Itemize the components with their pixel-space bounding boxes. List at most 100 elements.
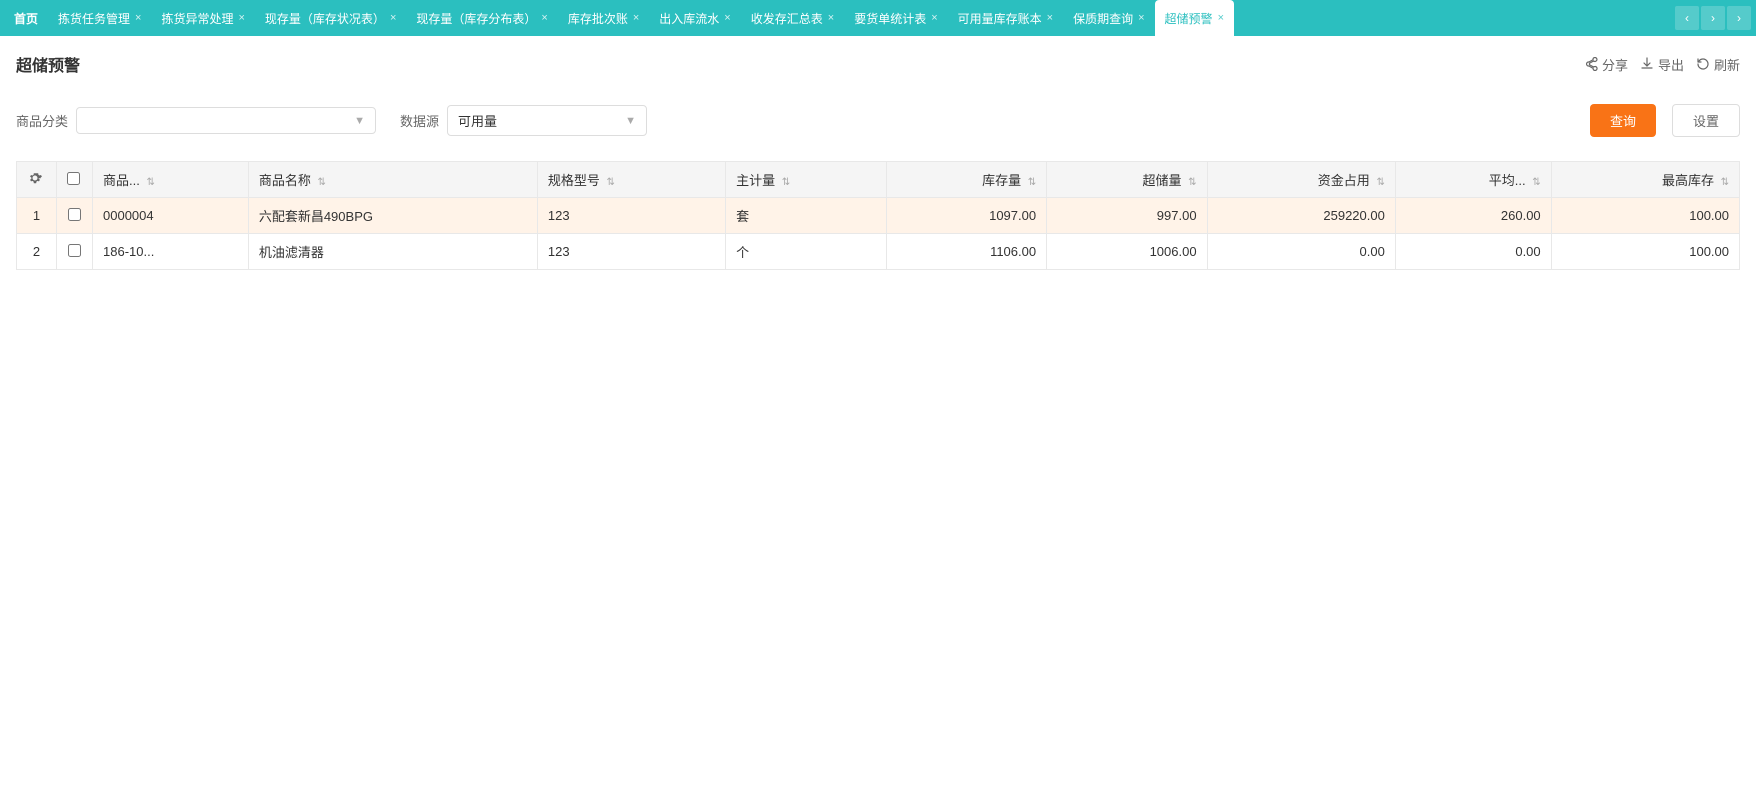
nav-tab-picking-task[interactable]: 拣货任务管理 × xyxy=(48,0,151,36)
nav-more-button[interactable]: › xyxy=(1727,6,1751,30)
row-checkbox-cell[interactable] xyxy=(57,198,93,234)
avg: 0.00 xyxy=(1395,234,1551,270)
sort-icon: ⇅ xyxy=(1028,177,1036,188)
data-table: 商品... ⇅ 商品名称 ⇅ 规格型号 ⇅ 主计量 ⇅ 库存量 ⇅ xyxy=(16,161,1740,270)
close-icon[interactable]: × xyxy=(1218,12,1224,24)
product-name: 机油滤清器 xyxy=(248,234,537,270)
close-icon[interactable]: × xyxy=(633,12,639,24)
sort-icon: ⇅ xyxy=(317,177,325,188)
table-row: 2 186-10... 机油滤清器 123 个 1106.00 1006.00 … xyxy=(17,234,1740,270)
nav-tab-summary[interactable]: 收发存汇总表 × xyxy=(741,0,844,36)
close-icon[interactable]: × xyxy=(1047,12,1053,24)
datasource-label: 数据源 xyxy=(400,111,439,130)
th-settings[interactable] xyxy=(17,162,57,198)
header-actions: 分享 导出 刷新 xyxy=(1584,55,1740,74)
nav-tab-stock-dist[interactable]: 现存量（库存分布表） × xyxy=(406,0,557,36)
nav-arrows-container: ‹ › › xyxy=(1674,6,1752,30)
nav-tab-picking-exception[interactable]: 拣货异常处理 × xyxy=(151,0,254,36)
datasource-value: 可用量 xyxy=(458,111,497,130)
th-capital[interactable]: 资金占用 ⇅ xyxy=(1207,162,1395,198)
product-code: 0000004 xyxy=(93,198,249,234)
overstock: 997.00 xyxy=(1047,198,1207,234)
export-button[interactable]: 导出 xyxy=(1640,55,1684,74)
product-name: 六配套新昌490BPG xyxy=(248,198,537,234)
product-code: 186-10... xyxy=(93,234,249,270)
datasource-select[interactable]: 可用量 ▼ xyxy=(447,105,647,136)
select-all-checkbox[interactable] xyxy=(67,172,80,185)
row-number: 1 xyxy=(17,198,57,234)
nav-prev-button[interactable]: ‹ xyxy=(1675,6,1699,30)
gear-icon xyxy=(27,170,43,186)
th-avg[interactable]: 平均... ⇅ xyxy=(1395,162,1551,198)
row-checkbox[interactable] xyxy=(68,208,81,221)
query-button[interactable]: 查询 xyxy=(1590,104,1656,137)
spec: 123 xyxy=(537,198,725,234)
nav-tab-available-stock[interactable]: 可用量库存账本 × xyxy=(948,0,1063,36)
row-checkbox-cell[interactable] xyxy=(57,234,93,270)
page-header: 超储预警 分享 导出 刷新 xyxy=(16,52,1740,76)
row-number: 2 xyxy=(17,234,57,270)
nav-next-button[interactable]: › xyxy=(1701,6,1725,30)
max-stock: 100.00 xyxy=(1551,234,1739,270)
nav-tab-home[interactable]: 首页 xyxy=(4,0,48,36)
th-product-code[interactable]: 商品... ⇅ xyxy=(93,162,249,198)
table-row: 1 0000004 六配套新昌490BPG 123 套 1097.00 997.… xyxy=(17,198,1740,234)
share-icon xyxy=(1584,57,1598,71)
capital: 0.00 xyxy=(1207,234,1395,270)
max-stock: 100.00 xyxy=(1551,198,1739,234)
unit: 套 xyxy=(726,198,886,234)
top-navigation: 首页 拣货任务管理 × 拣货异常处理 × 现存量（库存状况表） × 现存量（库存… xyxy=(0,0,1756,36)
settings-button[interactable]: 设置 xyxy=(1672,104,1740,137)
close-icon[interactable]: × xyxy=(828,12,834,24)
category-value xyxy=(87,113,91,128)
spec: 123 xyxy=(537,234,725,270)
nav-tab-order-stats[interactable]: 要货单统计表 × xyxy=(844,0,947,36)
nav-tab-stock-status[interactable]: 现存量（库存状况表） × xyxy=(255,0,406,36)
page-title: 超储预警 xyxy=(16,52,80,76)
sort-icon: ⇅ xyxy=(607,177,615,188)
close-icon[interactable]: × xyxy=(1138,12,1144,24)
category-filter: 商品分类 ▼ xyxy=(16,107,376,134)
close-icon[interactable]: × xyxy=(390,12,396,24)
unit: 个 xyxy=(726,234,886,270)
close-icon[interactable]: × xyxy=(724,12,730,24)
th-unit[interactable]: 主计量 ⇅ xyxy=(726,162,886,198)
overstock: 1006.00 xyxy=(1047,234,1207,270)
action-buttons: 查询 设置 xyxy=(1590,104,1740,137)
close-icon[interactable]: × xyxy=(135,12,141,24)
filter-bar: 商品分类 ▼ 数据源 可用量 ▼ 查询 设置 xyxy=(16,92,1740,149)
sort-icon: ⇅ xyxy=(1376,177,1384,188)
export-icon xyxy=(1640,57,1654,71)
sort-icon: ⇅ xyxy=(1532,177,1540,188)
sort-icon: ⇅ xyxy=(1188,177,1196,188)
sort-icon: ⇅ xyxy=(782,177,790,188)
sort-icon: ⇅ xyxy=(146,177,154,188)
nav-tab-quality-expiry[interactable]: 保质期查询 × xyxy=(1063,0,1154,36)
row-checkbox[interactable] xyxy=(68,244,81,257)
table-header-row: 商品... ⇅ 商品名称 ⇅ 规格型号 ⇅ 主计量 ⇅ 库存量 ⇅ xyxy=(17,162,1740,198)
th-max-stock[interactable]: 最高库存 ⇅ xyxy=(1551,162,1739,198)
th-select-all[interactable] xyxy=(57,162,93,198)
nav-tab-overstock[interactable]: 超储预警 × xyxy=(1155,0,1234,36)
refresh-button[interactable]: 刷新 xyxy=(1696,55,1740,74)
close-icon[interactable]: × xyxy=(931,12,937,24)
datasource-filter: 数据源 可用量 ▼ xyxy=(400,105,647,136)
close-icon[interactable]: × xyxy=(238,12,244,24)
th-spec[interactable]: 规格型号 ⇅ xyxy=(537,162,725,198)
refresh-icon xyxy=(1696,57,1710,71)
share-button[interactable]: 分享 xyxy=(1584,55,1628,74)
category-label: 商品分类 xyxy=(16,111,68,130)
chevron-down-icon: ▼ xyxy=(625,115,636,127)
th-stock[interactable]: 库存量 ⇅ xyxy=(886,162,1046,198)
th-product-name[interactable]: 商品名称 ⇅ xyxy=(248,162,537,198)
sort-icon: ⇅ xyxy=(1721,177,1729,188)
th-overstock[interactable]: 超储量 ⇅ xyxy=(1047,162,1207,198)
stock: 1097.00 xyxy=(886,198,1046,234)
close-icon[interactable]: × xyxy=(541,12,547,24)
avg: 260.00 xyxy=(1395,198,1551,234)
capital: 259220.00 xyxy=(1207,198,1395,234)
category-select[interactable]: ▼ xyxy=(76,107,376,134)
page-container: 超储预警 分享 导出 刷新 xyxy=(0,36,1756,800)
nav-tab-batch-account[interactable]: 库存批次账 × xyxy=(558,0,649,36)
nav-tab-inout-flow[interactable]: 出入库流水 × xyxy=(649,0,740,36)
